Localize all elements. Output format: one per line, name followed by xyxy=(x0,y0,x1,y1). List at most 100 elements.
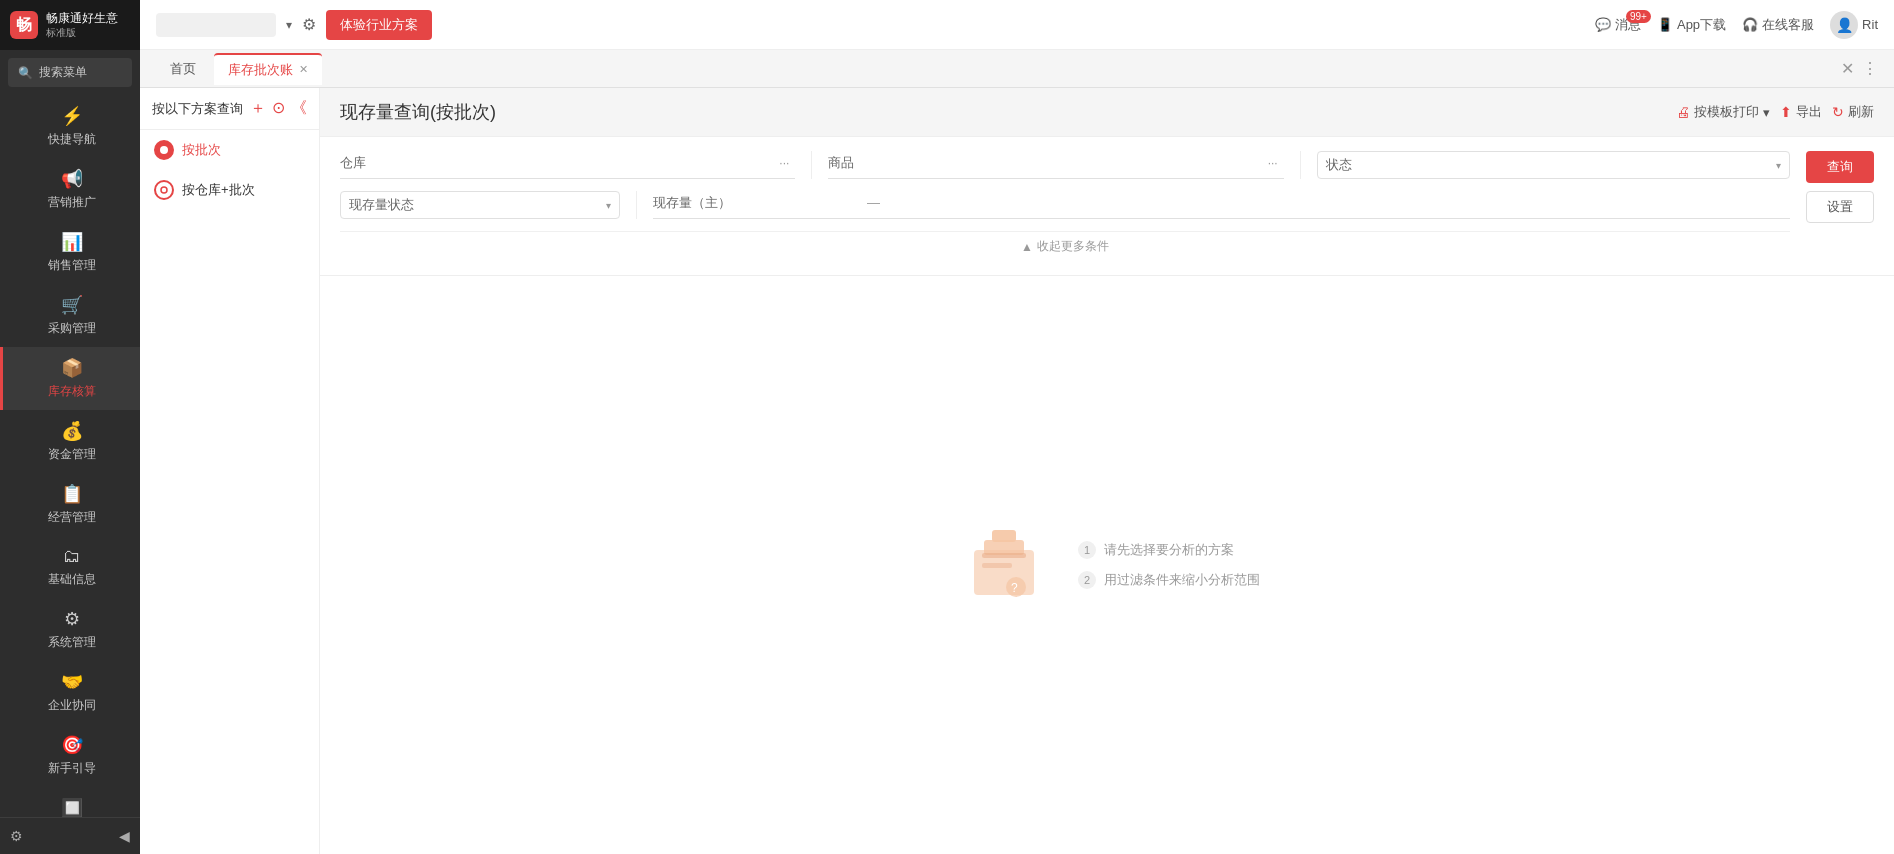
nav-icon-marketing: 📢 xyxy=(61,168,83,190)
collapse-filter-btn[interactable]: ▲ 收起更多条件 xyxy=(340,231,1790,261)
sidebar-item-finance[interactable]: 💰 资金管理 xyxy=(0,410,140,473)
inventory-main-max-input[interactable] xyxy=(888,195,1008,210)
warehouse-input[interactable] xyxy=(374,155,773,170)
inventory-main-min-input[interactable] xyxy=(739,195,859,210)
filter-top-row: 仓库 ··· 商品 ··· xyxy=(340,151,1874,261)
product-field: 商品 ··· xyxy=(828,151,1283,179)
sidebar-item-purchase[interactable]: 🛒 采购管理 xyxy=(0,284,140,347)
scheme-panel: 按以下方案查询 ＋ ⊙ 《 按批次 按仓库+批次 xyxy=(140,88,320,854)
scheme-panel-header: 按以下方案查询 ＋ ⊙ 《 xyxy=(140,88,319,130)
sidebar-item-apps[interactable]: 🔲 应用中心 xyxy=(0,787,140,817)
tab-inventory-batch[interactable]: 库存批次账 ✕ xyxy=(214,53,322,85)
sidebar-item-inventory[interactable]: 📦 库存核算 xyxy=(0,347,140,410)
print-icon: 🖨 xyxy=(1676,104,1690,120)
sidebar-item-operation[interactable]: 📋 经营管理 xyxy=(0,473,140,536)
topbar-search-input[interactable] xyxy=(156,13,276,37)
page-header: 现存量查询(按批次) 🖨 按模板打印 ▾ ⬆ 导出 ↻ 刷新 xyxy=(320,88,1894,137)
product-more-icon[interactable]: ··· xyxy=(1262,156,1284,170)
nav-icon-inventory: 📦 xyxy=(61,357,83,379)
empty-tips: 1 请先选择要分析的方案 2 用过滤条件来缩小分析范围 xyxy=(1078,541,1260,589)
sidebar-footer: ⚙ ◀ xyxy=(0,817,140,854)
refresh-btn[interactable]: ↻ 刷新 xyxy=(1832,103,1874,121)
nav-icon-system: ⚙ xyxy=(64,608,80,630)
settings-btn[interactable]: 设置 xyxy=(1806,191,1874,223)
sidebar-item-marketing[interactable]: 📢 营销推广 xyxy=(0,158,140,221)
filter-area: 仓库 ··· 商品 ··· xyxy=(320,137,1894,276)
collapse-scheme-btn[interactable]: 《 xyxy=(291,98,307,119)
tabbar: 首页 库存批次账 ✕ ✕ ⋮ xyxy=(140,50,1894,88)
user-avatar[interactable]: 👤 Rit xyxy=(1830,11,1878,39)
topbar: ▾ ⚙ 体验行业方案 💬 消息 99+ 📱 App下载 🎧 在线客服 👤 Rit xyxy=(140,0,1894,50)
svg-rect-5 xyxy=(982,553,1026,558)
main-area: ▾ ⚙ 体验行业方案 💬 消息 99+ 📱 App下载 🎧 在线客服 👤 Rit xyxy=(140,0,1894,854)
topbar-dropdown-icon[interactable]: ▾ xyxy=(286,18,292,32)
refresh-icon: ↻ xyxy=(1832,104,1844,120)
inventory-status-dropdown-icon: ▾ xyxy=(606,200,611,211)
inventory-status-field[interactable]: 现存量状态 ▾ xyxy=(340,191,620,219)
page-header-actions: 🖨 按模板打印 ▾ ⬆ 导出 ↻ 刷新 xyxy=(1676,103,1874,121)
collapse-sidebar-btn[interactable]: ◀ xyxy=(119,828,130,844)
page-title: 现存量查询(按批次) xyxy=(340,100,496,124)
sidebar-nav: ⚡ 快捷导航 📢 营销推广 📊 销售管理 🛒 采购管理 📦 库存核算 💰 资金管… xyxy=(0,95,140,817)
nav-icon-finance: 💰 xyxy=(61,420,83,442)
svg-rect-6 xyxy=(982,563,1012,568)
query-btn[interactable]: 查询 xyxy=(1806,151,1874,183)
sidebar-item-system[interactable]: ⚙ 系统管理 xyxy=(0,598,140,661)
topbar-gear-icon[interactable]: ⚙ xyxy=(302,15,316,34)
status-field[interactable]: 状态 ▾ xyxy=(1317,151,1790,179)
trial-btn[interactable]: 体验行业方案 xyxy=(326,10,432,40)
nav-icon-basic: 🗂 xyxy=(63,546,81,567)
scheme-icon-batch xyxy=(154,140,174,160)
sidebar-item-sales[interactable]: 📊 销售管理 xyxy=(0,221,140,284)
scheme-item-batch[interactable]: 按批次 xyxy=(140,130,319,170)
empty-tip-1: 1 请先选择要分析的方案 xyxy=(1078,541,1260,559)
panel-close-icon[interactable]: ✕ xyxy=(1841,59,1854,78)
svg-text:?: ? xyxy=(1011,581,1018,595)
inventory-main-field: 现存量（主） — xyxy=(653,191,1790,219)
settings-scheme-btn[interactable]: ⊙ xyxy=(272,98,285,119)
export-icon: ⬆ xyxy=(1780,104,1792,120)
svg-point-1 xyxy=(161,187,167,193)
status-dropdown-icon: ▾ xyxy=(1776,160,1781,171)
filter-row-1: 仓库 ··· 商品 ··· xyxy=(340,151,1790,179)
app-logo: 畅 xyxy=(10,11,38,39)
empty-state: ? 1 请先选择要分析的方案 2 用过滤条件来缩小分析范围 xyxy=(320,276,1894,854)
search-menu[interactable]: 🔍 搜索菜单 xyxy=(8,58,132,87)
sidebar: 畅 畅康通好生意 标准版 🔍 搜索菜单 ⚡ 快捷导航 📢 营销推广 📊 销售管理… xyxy=(0,0,140,854)
sidebar-item-quick-nav[interactable]: ⚡ 快捷导航 xyxy=(0,95,140,158)
nav-icon-sales: 📊 xyxy=(61,231,83,253)
panel-menu-icon[interactable]: ⋮ xyxy=(1862,59,1878,78)
action-btns: 查询 设置 xyxy=(1806,151,1874,223)
sidebar-item-newbie[interactable]: 🎯 新手引导 xyxy=(0,724,140,787)
nav-icon-apps: 🔲 xyxy=(61,797,83,817)
settings-icon[interactable]: ⚙ xyxy=(10,828,23,844)
tab-panel-close: ✕ ⋮ xyxy=(1841,59,1878,78)
warehouse-field: 仓库 ··· xyxy=(340,151,795,179)
svg-point-0 xyxy=(160,146,168,154)
product-input[interactable] xyxy=(862,155,1261,170)
nav-icon-operation: 📋 xyxy=(61,483,83,505)
nav-icon-newbie: 🎯 xyxy=(61,734,83,756)
sidebar-header: 畅 畅康通好生意 标准版 xyxy=(0,0,140,50)
sidebar-item-enterprise[interactable]: 🤝 企业协同 xyxy=(0,661,140,724)
add-scheme-btn[interactable]: ＋ xyxy=(250,98,266,119)
scheme-item-warehouse-batch[interactable]: 按仓库+批次 xyxy=(140,170,319,210)
app-download-btn[interactable]: 📱 App下载 xyxy=(1657,16,1726,34)
search-icon: 🔍 xyxy=(18,66,33,80)
sidebar-item-basic[interactable]: 🗂 基础信息 xyxy=(0,536,140,598)
topbar-right: 💬 消息 99+ 📱 App下载 🎧 在线客服 👤 Rit xyxy=(1595,11,1878,39)
online-service-btn[interactable]: 🎧 在线客服 xyxy=(1742,16,1814,34)
empty-icon: ? xyxy=(954,515,1054,615)
scheme-icon-warehouse xyxy=(154,180,174,200)
nav-icon-purchase: 🛒 xyxy=(61,294,83,316)
tab-close-btn[interactable]: ✕ xyxy=(299,63,308,76)
app-title: 畅康通好生意 标准版 xyxy=(46,11,118,40)
print-dropdown-icon[interactable]: ▾ xyxy=(1763,105,1770,120)
warehouse-more-icon[interactable]: ··· xyxy=(773,156,795,170)
filter-fields: 仓库 ··· 商品 ··· xyxy=(340,151,1790,261)
print-template-btn[interactable]: 🖨 按模板打印 ▾ xyxy=(1676,103,1770,121)
avatar-img: 👤 xyxy=(1830,11,1858,39)
tab-home[interactable]: 首页 xyxy=(156,54,210,84)
export-btn[interactable]: ⬆ 导出 xyxy=(1780,103,1822,121)
message-btn[interactable]: 💬 消息 99+ xyxy=(1595,16,1641,34)
